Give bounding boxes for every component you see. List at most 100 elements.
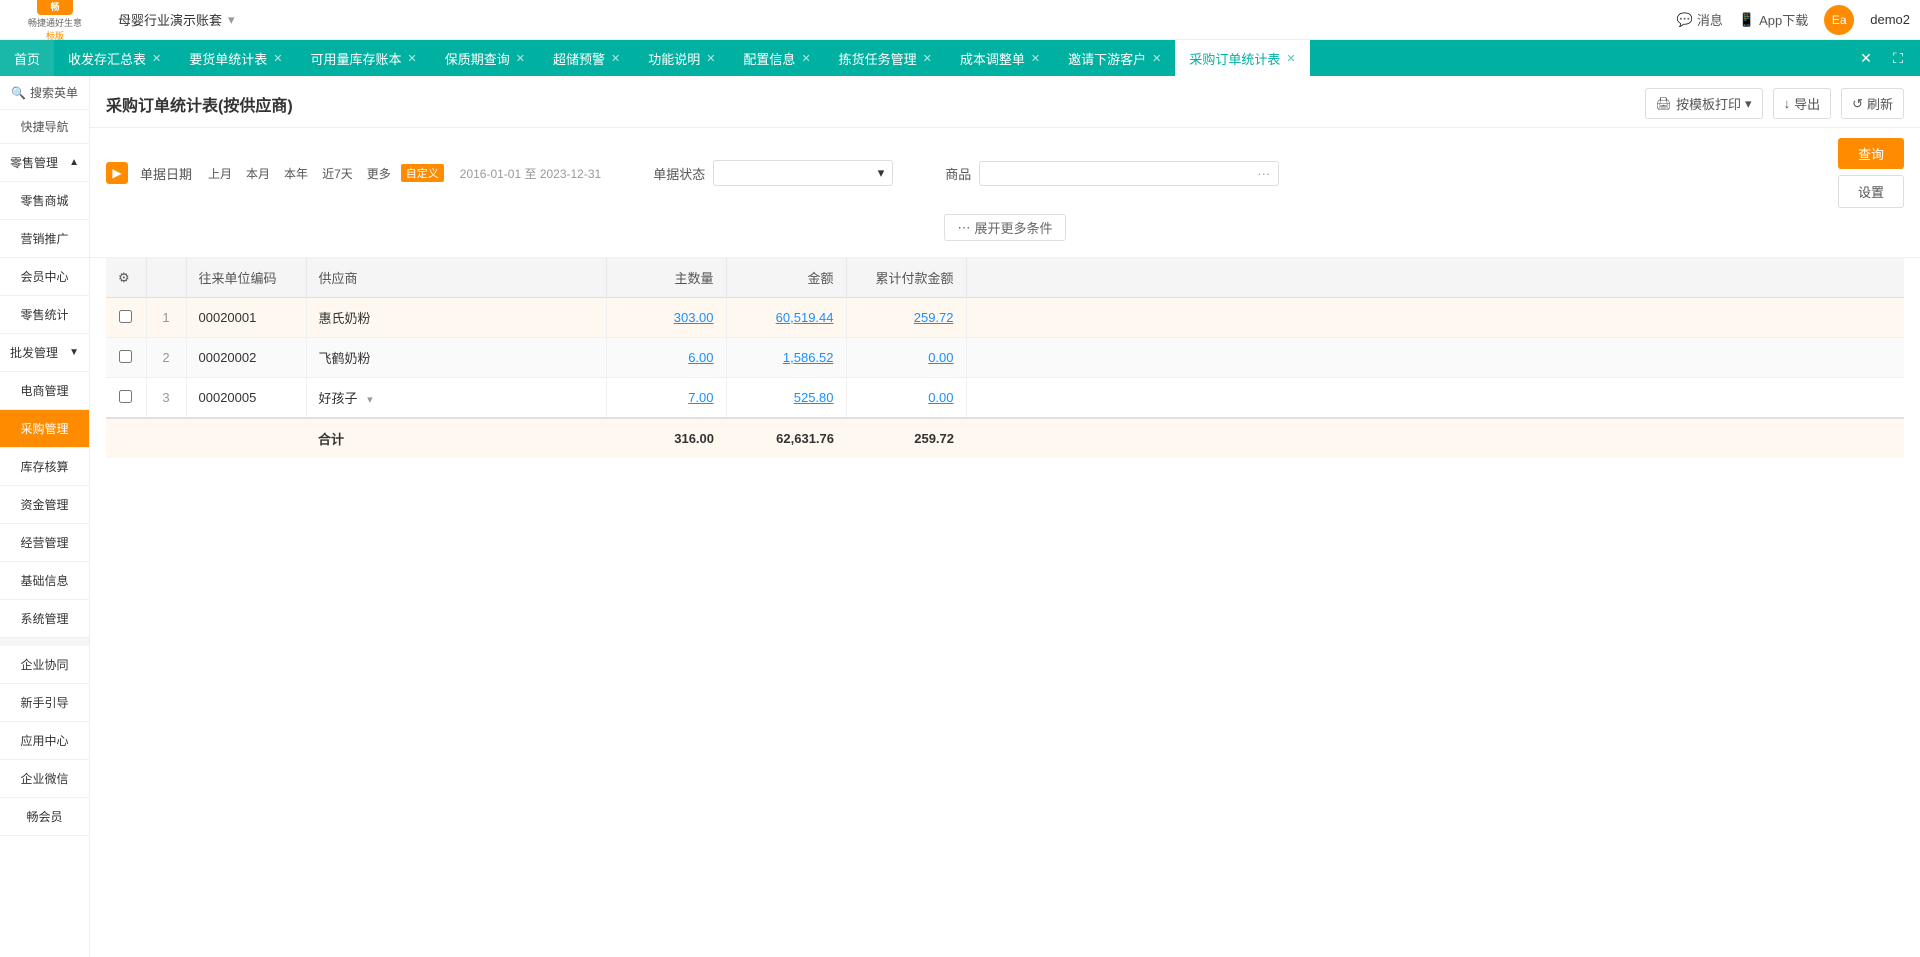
tab-collect[interactable]: 收发存汇总表 ✕ <box>54 40 175 76</box>
gear-icon[interactable]: ⚙ <box>118 270 130 285</box>
expand-conditions-btn[interactable]: ⋯ 展开更多条件 <box>944 214 1065 241</box>
row1-checkbox[interactable] <box>119 310 132 323</box>
supplier-dropdown-icon[interactable]: ▾ <box>367 394 373 406</box>
row3-supplier: 好孩子 ▾ <box>306 378 606 419</box>
row3-check[interactable] <box>106 378 146 419</box>
goods-filter-label: 商品 <box>945 164 971 183</box>
goods-more-icon[interactable]: ··· <box>1257 166 1270 181</box>
sidebar-item-inventory-check[interactable]: 库存核算 <box>0 448 89 486</box>
row1-paid[interactable]: 259.72 <box>846 298 966 338</box>
row2-checkbox[interactable] <box>119 350 132 363</box>
footer-qty: 316.00 <box>606 418 726 458</box>
tab-inventory[interactable]: 可用量库存账本 ✕ <box>296 40 430 76</box>
row2-qty[interactable]: 6.00 <box>606 338 726 378</box>
sidebar-item-basic-info[interactable]: 基础信息 <box>0 562 89 600</box>
tab-requisition[interactable]: 要货单统计表 ✕ <box>175 40 296 76</box>
sidebar-item-app-center[interactable]: 应用中心 <box>0 722 89 760</box>
status-select[interactable]: ▾ <box>713 160 893 186</box>
row1-amount[interactable]: 60,519.44 <box>726 298 846 338</box>
logo-text: 畅捷通好生意 <box>28 16 82 29</box>
tab-manual[interactable]: 功能说明 ✕ <box>634 40 729 76</box>
close-overstock-icon[interactable]: ✕ <box>611 52 620 65</box>
sidebar-item-marketing[interactable]: 营销推广 <box>0 220 89 258</box>
col-idx-header <box>146 258 186 298</box>
sidebar-item-enterprise-wx[interactable]: 企业微信 <box>0 760 89 798</box>
close-collect-icon[interactable]: ✕ <box>152 52 161 65</box>
tab-config[interactable]: 配置信息 ✕ <box>729 40 824 76</box>
close-purchase-stat-icon[interactable]: ✕ <box>1286 52 1295 65</box>
close-tab-icon[interactable]: ✕ <box>1852 44 1880 72</box>
row1-qty[interactable]: 303.00 <box>606 298 726 338</box>
row2-amount[interactable]: 1,586.52 <box>726 338 846 378</box>
close-cost-icon[interactable]: ✕ <box>1031 52 1040 65</box>
print-arrow-icon: ▾ <box>1745 96 1752 112</box>
shortcut-this-year[interactable]: 本年 <box>280 163 312 184</box>
sidebar-item-membership[interactable]: 畅会员 <box>0 798 89 836</box>
row3-checkbox[interactable] <box>119 390 132 403</box>
logo-icon: 畅 <box>37 0 73 15</box>
sidebar-item-retail-stats[interactable]: 零售统计 <box>0 296 89 334</box>
table-body: 1 00020001 惠氏奶粉 303.00 60,519.44 259.72 … <box>106 298 1904 419</box>
row2-check[interactable] <box>106 338 146 378</box>
row3-paid[interactable]: 0.00 <box>846 378 966 419</box>
row3-amount[interactable]: 525.80 <box>726 378 846 419</box>
sidebar-item-retail-shop[interactable]: 零售商城 <box>0 182 89 220</box>
custom-date-badge[interactable]: 自定义 <box>401 164 444 182</box>
sidebar-item-operations[interactable]: 经营管理 <box>0 524 89 562</box>
tab-home[interactable]: 首页 <box>0 40 54 76</box>
footer-check <box>106 418 146 458</box>
footer-amount: 62,631.76 <box>726 418 846 458</box>
maximize-icon[interactable]: ⛶ <box>1884 44 1912 72</box>
print-button[interactable]: 🖨 按模板打印 ▾ <box>1645 88 1763 119</box>
sidebar-item-enterprise[interactable]: 企业协同 <box>0 646 89 684</box>
close-inventory-icon[interactable]: ✕ <box>408 52 417 65</box>
shortcut-last-month[interactable]: 上月 <box>204 163 236 184</box>
close-warranty-icon[interactable]: ✕ <box>516 52 525 65</box>
refresh-button[interactable]: ↺ 刷新 <box>1841 88 1904 119</box>
filter-toggle-btn[interactable]: ▶ <box>106 162 128 184</box>
workspace-selector[interactable]: 母婴行业演示账套 ▾ <box>110 6 243 33</box>
sidebar-item-wholesale[interactable]: 批发管理 ▼ <box>0 334 89 372</box>
sidebar-item-retail-mgmt[interactable]: 零售管理 ▲ <box>0 144 89 182</box>
row1-supplier: 惠氏奶粉 <box>306 298 606 338</box>
settings-button[interactable]: 设置 <box>1838 175 1904 208</box>
shortcut-more[interactable]: 更多 <box>363 163 395 184</box>
close-manual-icon[interactable]: ✕ <box>706 52 715 65</box>
tab-picking[interactable]: 拣货任务管理 ✕ <box>825 40 946 76</box>
close-invite-icon[interactable]: ✕ <box>1152 52 1161 65</box>
tab-invite[interactable]: 邀请下游客户 ✕ <box>1054 40 1175 76</box>
messages-label: 消息 <box>1697 10 1723 29</box>
close-requisition-icon[interactable]: ✕ <box>273 52 282 65</box>
tab-purchase-stat[interactable]: 采购订单统计表 ✕ <box>1175 40 1309 76</box>
tab-cost[interactable]: 成本调整单 ✕ <box>946 40 1054 76</box>
sidebar-item-members[interactable]: 会员中心 <box>0 258 89 296</box>
row1-code: 00020001 <box>186 298 306 338</box>
sidebar-search[interactable]: 🔍 搜索英单 <box>0 76 89 110</box>
goods-input[interactable]: ··· <box>979 161 1279 186</box>
sidebar-item-ecommerce[interactable]: 电商管理 <box>0 372 89 410</box>
logo-area: 畅 畅捷通好生意 标版 <box>10 0 100 39</box>
row3-qty[interactable]: 7.00 <box>606 378 726 419</box>
sidebar-item-newbie[interactable]: 新手引导 <box>0 684 89 722</box>
sidebar-item-purchase[interactable]: 采购管理 <box>0 410 89 448</box>
footer-paid: 259.72 <box>846 418 966 458</box>
user-name[interactable]: demo2 <box>1870 12 1910 27</box>
close-picking-icon[interactable]: ✕ <box>923 52 932 65</box>
tab-warranty[interactable]: 保质期查询 ✕ <box>431 40 539 76</box>
sidebar-shortcut[interactable]: 快捷导航 <box>0 110 89 144</box>
export-button[interactable]: ↓ 导出 <box>1773 88 1832 119</box>
app-download-btn[interactable]: 📱 App下载 <box>1739 10 1808 29</box>
footer-idx <box>146 418 186 458</box>
shortcut-7days[interactable]: 近7天 <box>318 163 357 184</box>
tab-overstock[interactable]: 超储预警 ✕ <box>539 40 634 76</box>
sidebar-item-finance[interactable]: 资金管理 <box>0 486 89 524</box>
sidebar-item-system[interactable]: 系统管理 <box>0 600 89 638</box>
query-button[interactable]: 查询 <box>1838 138 1904 169</box>
close-config-icon[interactable]: ✕ <box>801 52 810 65</box>
row1-check[interactable] <box>106 298 146 338</box>
col-code-header: 往来单位编码 <box>186 258 306 298</box>
row2-paid[interactable]: 0.00 <box>846 338 966 378</box>
user-avatar[interactable]: Ea <box>1824 5 1854 35</box>
messages-btn[interactable]: 💬 消息 <box>1677 10 1723 29</box>
shortcut-this-month[interactable]: 本月 <box>242 163 274 184</box>
